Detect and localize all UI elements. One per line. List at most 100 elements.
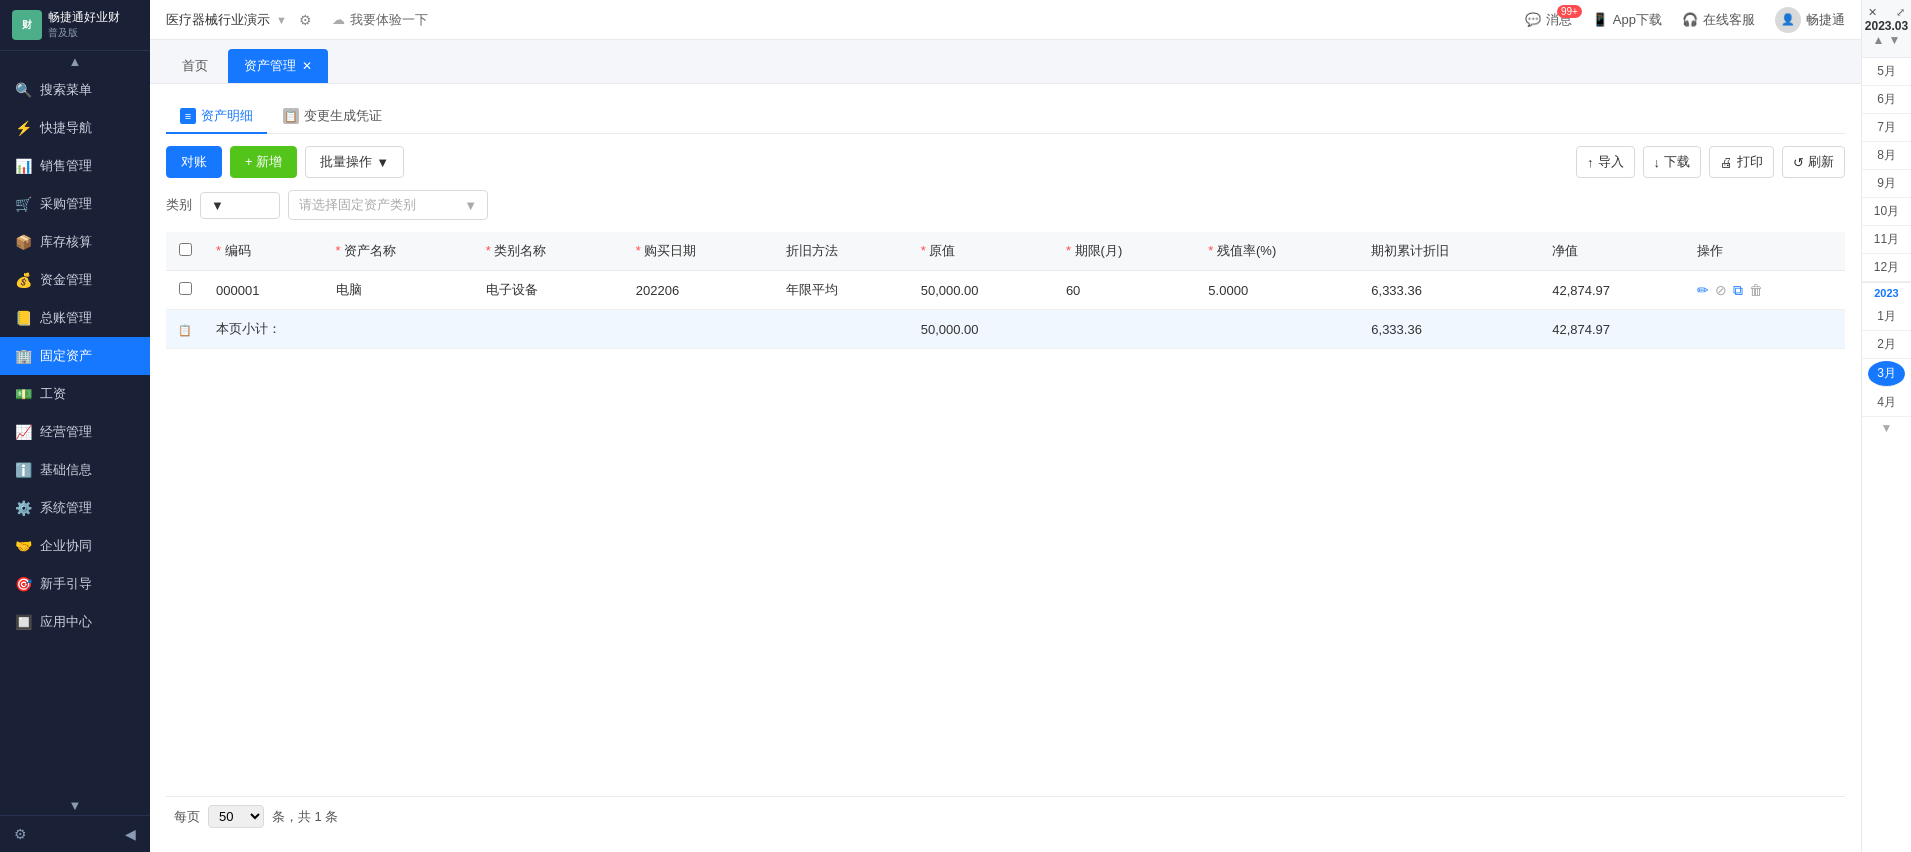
- cal-month-4[interactable]: 4月: [1862, 389, 1911, 417]
- sidebar-scroll-down[interactable]: ▼: [0, 795, 150, 815]
- import-button[interactable]: ↑ 导入: [1576, 146, 1635, 178]
- sidebar-item-label: 固定资产: [40, 347, 92, 365]
- sidebar-item-quicknav[interactable]: ⚡ 快捷导航: [0, 109, 150, 147]
- cal-month-3[interactable]: 3月: [1868, 361, 1905, 387]
- sidebar-bottom: ⚙ ◀: [0, 815, 150, 852]
- calendar-next-icon[interactable]: ▼: [1889, 33, 1901, 47]
- funds-icon: 💰: [14, 271, 32, 289]
- sidebar-item-inventory[interactable]: 📦 库存核算: [0, 223, 150, 261]
- sidebar-item-basic[interactable]: ℹ️ 基础信息: [0, 451, 150, 489]
- tab-assets[interactable]: 资产管理 ✕: [228, 49, 328, 83]
- copy-icon[interactable]: ⊘: [1715, 282, 1727, 298]
- subtab-asset-detail[interactable]: ≡ 资产明细: [166, 100, 267, 134]
- sidebar-item-ledger[interactable]: 📒 总账管理: [0, 299, 150, 337]
- sidebar-item-apps[interactable]: 🔲 应用中心: [0, 603, 150, 641]
- sidebar-item-operations[interactable]: 📈 经营管理: [0, 413, 150, 451]
- edit-icon[interactable]: ✏: [1697, 282, 1709, 298]
- asset-detail-icon: ≡: [180, 108, 196, 124]
- company-selector[interactable]: 医疗器械行业演示 ▼: [166, 11, 287, 29]
- cal-month-5[interactable]: 5月: [1862, 58, 1911, 86]
- sidebar-item-sales[interactable]: 📊 销售管理: [0, 147, 150, 185]
- refresh-button[interactable]: ↺ 刷新: [1782, 146, 1845, 178]
- salary-icon: 💵: [14, 385, 32, 403]
- calendar-year: 2023.03: [1865, 19, 1908, 33]
- subtotal-residual-rate: [1196, 310, 1359, 349]
- message-icon: 💬: [1525, 12, 1541, 27]
- sidebar-item-label: 总账管理: [40, 309, 92, 327]
- filter-select-icon: ▼: [211, 198, 224, 213]
- user-profile[interactable]: 👤 畅捷通: [1775, 7, 1845, 33]
- sidebar-scroll-up[interactable]: ▲: [0, 51, 150, 71]
- select-all-checkbox[interactable]: [179, 243, 192, 256]
- cal-month-6[interactable]: 6月: [1862, 86, 1911, 114]
- messages-button[interactable]: 💬 消息 99+: [1525, 11, 1572, 29]
- reconcile-button[interactable]: 对账: [166, 146, 222, 178]
- subtotal-initial-depreciation: 6,333.36: [1359, 310, 1540, 349]
- cal-month-7[interactable]: 7月: [1862, 114, 1911, 142]
- cal-month-2[interactable]: 2月: [1862, 331, 1911, 359]
- download-button[interactable]: ↓ 下载: [1643, 146, 1702, 178]
- sidebar-item-enterprise[interactable]: 🤝 企业协同: [0, 527, 150, 565]
- import-icon: ↑: [1587, 155, 1594, 170]
- subtab-voucher-gen[interactable]: 📋 变更生成凭证: [269, 100, 396, 134]
- sidebar-item-guide[interactable]: 🎯 新手引导: [0, 565, 150, 603]
- per-page-select[interactable]: 50 10 20 100: [208, 805, 264, 828]
- inventory-icon: 📦: [14, 233, 32, 251]
- calendar-prev-icon[interactable]: ▲: [1873, 33, 1885, 47]
- search-icon: 🔍: [14, 81, 32, 99]
- online-service-button[interactable]: 🎧 在线客服: [1682, 11, 1755, 29]
- category-filter-select[interactable]: ▼: [200, 192, 280, 219]
- sidebar-item-salary[interactable]: 💵 工资: [0, 375, 150, 413]
- sidebar-item-system[interactable]: ⚙️ 系统管理: [0, 489, 150, 527]
- app-download-button[interactable]: 📱 App下载: [1592, 11, 1662, 29]
- cal-month-9[interactable]: 9月: [1862, 170, 1911, 198]
- settings-icon[interactable]: ⚙: [14, 826, 27, 842]
- category-filter-input[interactable]: 请选择固定资产类别 ▼: [288, 190, 488, 220]
- sidebar-item-label: 企业协同: [40, 537, 92, 555]
- delete-icon[interactable]: 🗑: [1749, 282, 1763, 298]
- refresh-icon: ↺: [1793, 155, 1804, 170]
- logo-icon: 财: [12, 10, 42, 40]
- ledger-icon: 📒: [14, 309, 32, 327]
- calendar-expand-icon[interactable]: ⤢: [1896, 6, 1905, 19]
- company-settings-icon[interactable]: ⚙: [299, 12, 312, 28]
- table-header-row: 编码 资产名称 类别名称 购买日期 折旧方法 原值 期限(月) 残值率(%) 期…: [166, 232, 1845, 271]
- cell-depreciation: 年限平均: [774, 271, 909, 310]
- new-button[interactable]: + 新增: [230, 146, 297, 178]
- batch-operations-button[interactable]: 批量操作 ▼: [305, 146, 404, 178]
- sidebar-logo: 财 畅捷通好业财 普及版: [0, 0, 150, 51]
- cell-purchase-date: 202206: [624, 271, 774, 310]
- print-button[interactable]: 🖨 打印: [1709, 146, 1774, 178]
- tabbar: 首页 资产管理 ✕: [150, 40, 1861, 84]
- sidebar-item-label: 资金管理: [40, 271, 92, 289]
- cal-month-11[interactable]: 11月: [1862, 226, 1911, 254]
- th-original-value: 原值: [909, 232, 1054, 271]
- sidebar-item-label: 采购管理: [40, 195, 92, 213]
- sidebar-item-fixed[interactable]: 🏢 固定资产: [0, 337, 150, 375]
- app-title: 畅捷通好业财: [48, 10, 120, 26]
- calendar-months: 5月 6月 7月 8月 9月 10月 11月 12月 2023 1月 2月 3月…: [1862, 58, 1911, 417]
- sidebar-item-purchase[interactable]: 🛒 采购管理: [0, 185, 150, 223]
- calendar-close-icon[interactable]: ✕: [1868, 6, 1877, 19]
- sidebar-item-search[interactable]: 🔍 搜索菜单: [0, 71, 150, 109]
- tab-home[interactable]: 首页: [166, 49, 224, 83]
- cal-month-10[interactable]: 10月: [1862, 198, 1911, 226]
- tab-close-icon[interactable]: ✕: [302, 59, 312, 73]
- collapse-sidebar-icon[interactable]: ◀: [125, 826, 136, 842]
- calendar-scroll-down[interactable]: ▼: [1862, 417, 1911, 439]
- guide-icon: 🎯: [14, 575, 32, 593]
- sidebar-item-funds[interactable]: 💰 资金管理: [0, 261, 150, 299]
- message-badge: 99+: [1557, 5, 1582, 18]
- cell-original-value: 50,000.00: [909, 271, 1054, 310]
- sidebar-item-label: 系统管理: [40, 499, 92, 517]
- enterprise-icon: 🤝: [14, 537, 32, 555]
- duplicate-icon[interactable]: ⧉: [1733, 282, 1743, 299]
- cal-month-12[interactable]: 12月: [1862, 254, 1911, 282]
- cal-month-1[interactable]: 1月: [1862, 303, 1911, 331]
- experience-button[interactable]: ☁ 我要体验一下: [332, 11, 428, 29]
- row-checkbox[interactable]: [179, 282, 192, 295]
- subtotal-original-value: 50,000.00: [909, 310, 1054, 349]
- th-code: 编码: [204, 232, 324, 271]
- cal-month-8[interactable]: 8月: [1862, 142, 1911, 170]
- service-icon: 🎧: [1682, 12, 1698, 27]
